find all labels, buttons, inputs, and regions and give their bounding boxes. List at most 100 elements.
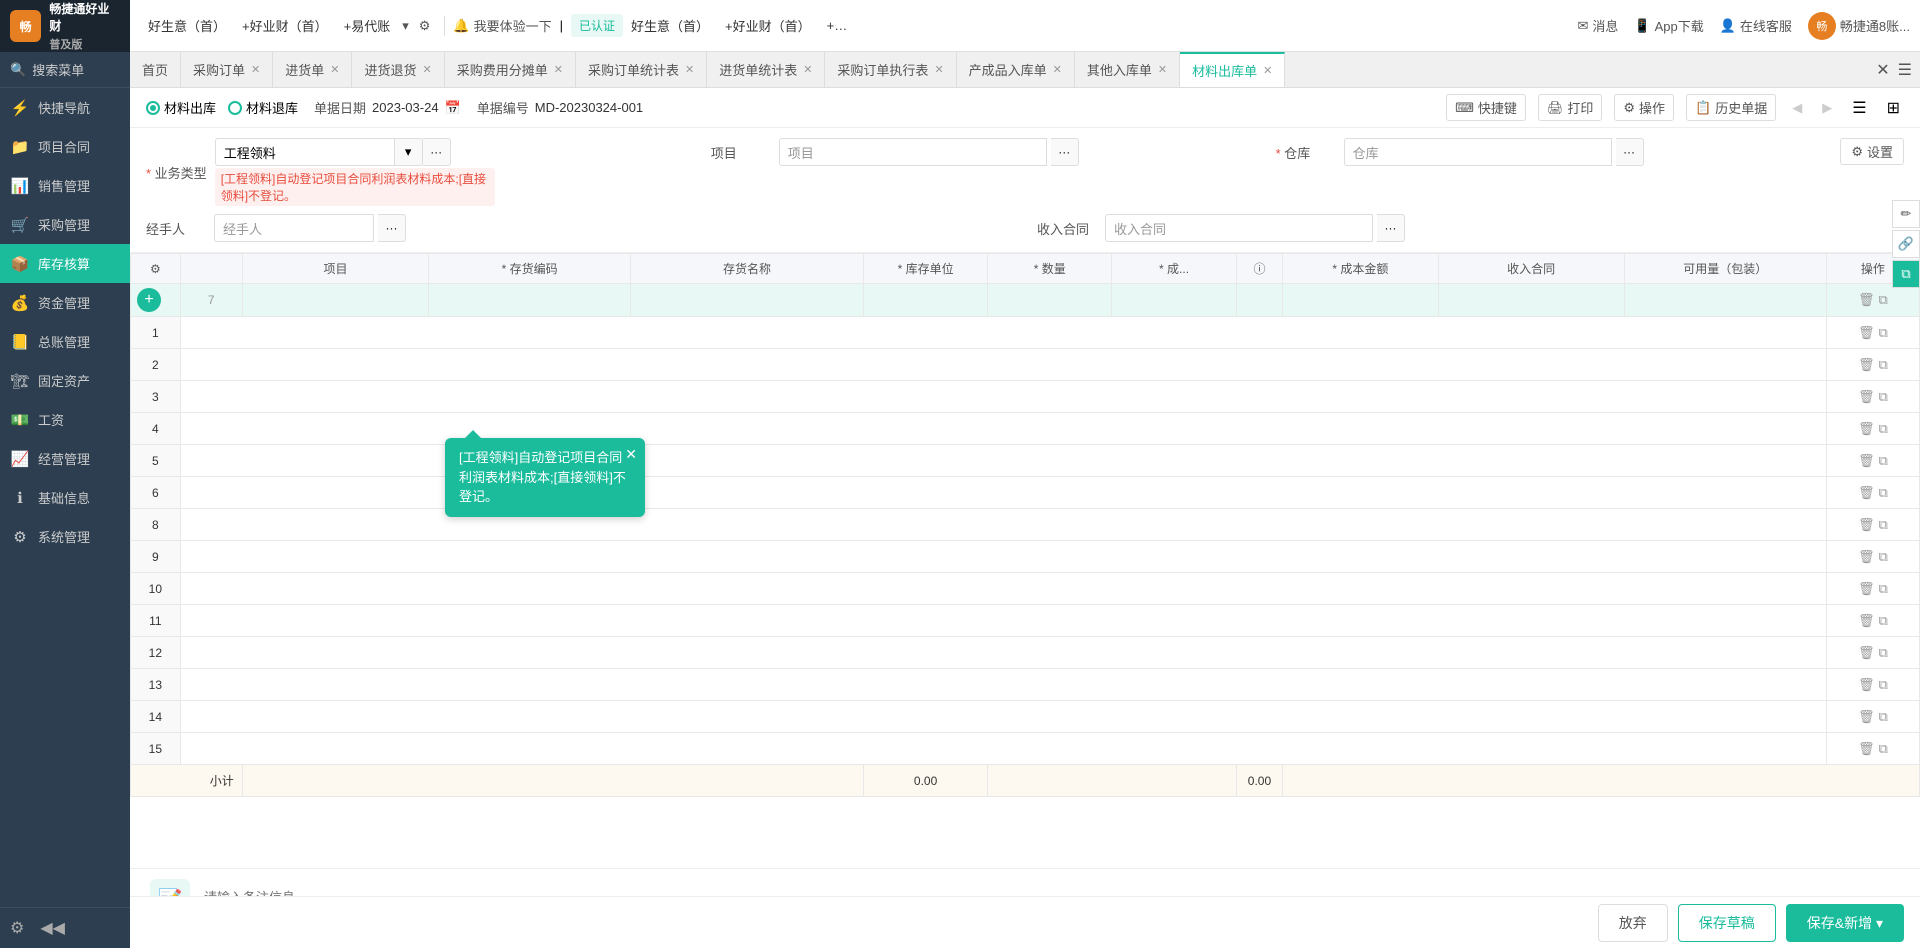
radio-material-out[interactable]: 材料出库 [146,98,216,117]
radio-material-return[interactable]: 材料退库 [228,98,298,117]
income-contract-select[interactable]: 收入合同 [1105,214,1373,242]
message-btn[interactable]: ✉ 消息 [1577,16,1618,35]
sidebar-item-purchase[interactable]: 🛒 采购管理 [0,205,130,244]
tab-purchase-stat[interactable]: 采购订单统计表 ✕ [576,52,707,88]
tab-home[interactable]: 首页 [130,52,181,88]
app-download-btn[interactable]: 📱 App下载 [1634,16,1703,35]
calendar-icon[interactable]: 📅 [445,100,461,116]
handler-select[interactable]: 经手人 [214,214,374,242]
tab-product-stock[interactable]: 产成品入库单 ✕ [957,52,1075,88]
tab-close-btn[interactable]: ✕ [1876,60,1889,80]
tab-close-material-out[interactable]: ✕ [1263,64,1272,77]
sidebar-item-operations[interactable]: 📈 经营管理 [0,439,130,478]
copy-icon[interactable]: ⧉ [1878,517,1887,533]
sidebar-item-ledger[interactable]: 📒 总账管理 [0,322,130,361]
copy-icon[interactable]: ⧉ [1878,677,1887,693]
td-row1-cost[interactable] [1112,284,1236,317]
td-row1-qty[interactable] [988,284,1112,317]
topbar-good-finance[interactable]: +好业财（首） [234,12,336,39]
business-type-dropdown[interactable]: ▾ [395,138,423,166]
income-contract-dots[interactable]: ··· [1377,214,1405,242]
tab-purchase-exec[interactable]: 采购订单执行表 ✕ [825,52,956,88]
project-dots[interactable]: ··· [1051,138,1079,166]
tab-close-purchase-fee[interactable]: ✕ [554,63,563,76]
tab-close-receive[interactable]: ✕ [330,63,339,76]
delete-icon[interactable]: 🗑 [1858,421,1875,437]
copy-icon[interactable]: ⧉ [1878,325,1887,341]
delete-icon[interactable]: 🗑 [1858,453,1875,469]
topbar-dropdown[interactable]: ▾ [398,14,413,38]
copy-icon[interactable]: ⧉ [1878,709,1887,725]
tab-return[interactable]: 进货退货 ✕ [352,52,444,88]
collapse-icon[interactable]: ◀◀ [40,918,65,938]
float-screen-icon[interactable]: ⧉ [1892,260,1920,288]
copy-icon[interactable]: ⧉ [1878,581,1887,597]
warehouse-dots[interactable]: ··· [1616,138,1644,166]
copy-icon[interactable]: ⧉ [1878,453,1887,469]
tab-receive[interactable]: 进货单 ✕ [273,52,352,88]
float-edit-icon[interactable]: ✏ [1892,200,1920,228]
business-type-dots[interactable]: ··· [423,138,451,166]
row1-project-input[interactable] [249,293,422,307]
delete-icon[interactable]: 🗑 [1858,581,1875,597]
topbar-easy-agent[interactable]: +易代账 [336,12,399,39]
delete-icon[interactable]: 🗑 [1858,645,1875,661]
td-row1-amount[interactable] [1283,284,1438,317]
search-menu[interactable]: 🔍 搜索菜单 [0,52,130,88]
copy-icon[interactable]: ⧉ [1878,613,1887,629]
topbar-good-business[interactable]: 好生意（首） [140,12,234,39]
sidebar-item-inventory[interactable]: 📦 库存核算 [0,244,130,283]
delete-icon[interactable]: 🗑 [1858,549,1875,565]
online-service-btn[interactable]: 👤 在线客服 [1720,16,1792,35]
float-link-icon[interactable]: 🔗 [1892,230,1920,258]
delete-icon[interactable]: 🗑 [1858,709,1875,725]
topbar-good-business2[interactable]: 好生意（首） [623,12,717,39]
th-settings[interactable]: ⚙ [131,254,181,284]
settings-bottom-icon[interactable]: ⚙ [10,918,24,938]
delete-icon[interactable]: 🗑 [1858,389,1875,405]
user-avatar[interactable]: 畅 畅捷通8账... [1808,12,1910,40]
topbar-good-finance2[interactable]: +好业财（首） [717,12,819,39]
sidebar-item-quicknav[interactable]: ⚡ 快捷导航 [0,88,130,127]
delete-icon[interactable]: 🗑 [1858,357,1875,373]
sidebar-item-finance[interactable]: 💰 资金管理 [0,283,130,322]
tab-receive-stat[interactable]: 进货单统计表 ✕ [707,52,825,88]
sidebar-item-basic-info[interactable]: ℹ 基础信息 [0,478,130,517]
topbar-more[interactable]: +… [819,14,856,37]
nav-prev[interactable]: ◀ [1792,100,1802,116]
tab-other-in[interactable]: 其他入库单 ✕ [1075,52,1180,88]
delete-icon[interactable]: 🗑 [1858,741,1875,757]
copy-icon[interactable]: ⧉ [1878,389,1887,405]
tab-purchase-fee[interactable]: 采购费用分摊单 ✕ [445,52,576,88]
tooltip-close-btn[interactable]: ✕ [625,444,637,465]
project-select[interactable]: 项目 [779,138,1047,166]
sidebar-item-project[interactable]: 📁 项目合同 [0,127,130,166]
shortcut-btn[interactable]: ⌨ 快捷键 [1446,94,1526,121]
td-row1-unit[interactable] [863,284,987,317]
copy-icon[interactable]: ⧉ [1878,741,1887,757]
copy-icon[interactable]: ⧉ [1878,421,1887,437]
copy-icon[interactable]: ⧉ [1878,292,1887,308]
tab-close-purchase-exec[interactable]: ✕ [934,63,943,76]
delete-icon[interactable]: 🗑 [1858,613,1875,629]
row1-invcode-input[interactable] [435,293,624,307]
view-grid-icon[interactable]: ⊞ [1887,98,1900,118]
tab-close-purchase-stat[interactable]: ✕ [685,63,694,76]
sidebar-item-system[interactable]: ⚙ 系统管理 [0,517,130,556]
handler-dots[interactable]: ··· [378,214,406,242]
view-list-icon[interactable]: ☰ [1852,98,1866,118]
add-row-btn[interactable]: + [137,288,161,312]
print-btn[interactable]: 🖨 打印 [1538,94,1603,121]
copy-icon[interactable]: ⧉ [1878,357,1887,373]
copy-icon[interactable]: ⧉ [1878,485,1887,501]
td-row1-project[interactable] [242,284,428,317]
sidebar-item-salary[interactable]: 💵 工资 [0,400,130,439]
save-draft-button[interactable]: 保存草稿 [1678,904,1776,942]
copy-icon[interactable]: ⧉ [1878,549,1887,565]
nav-next[interactable]: ▶ [1822,100,1832,116]
discard-button[interactable]: 放弃 [1598,904,1668,942]
tab-close-other-in[interactable]: ✕ [1158,63,1167,76]
delete-icon[interactable]: 🗑 [1858,292,1875,308]
settings-btn[interactable]: ⚙ 设置 [1840,138,1904,165]
tab-menu-btn[interactable]: ☰ [1898,60,1912,80]
